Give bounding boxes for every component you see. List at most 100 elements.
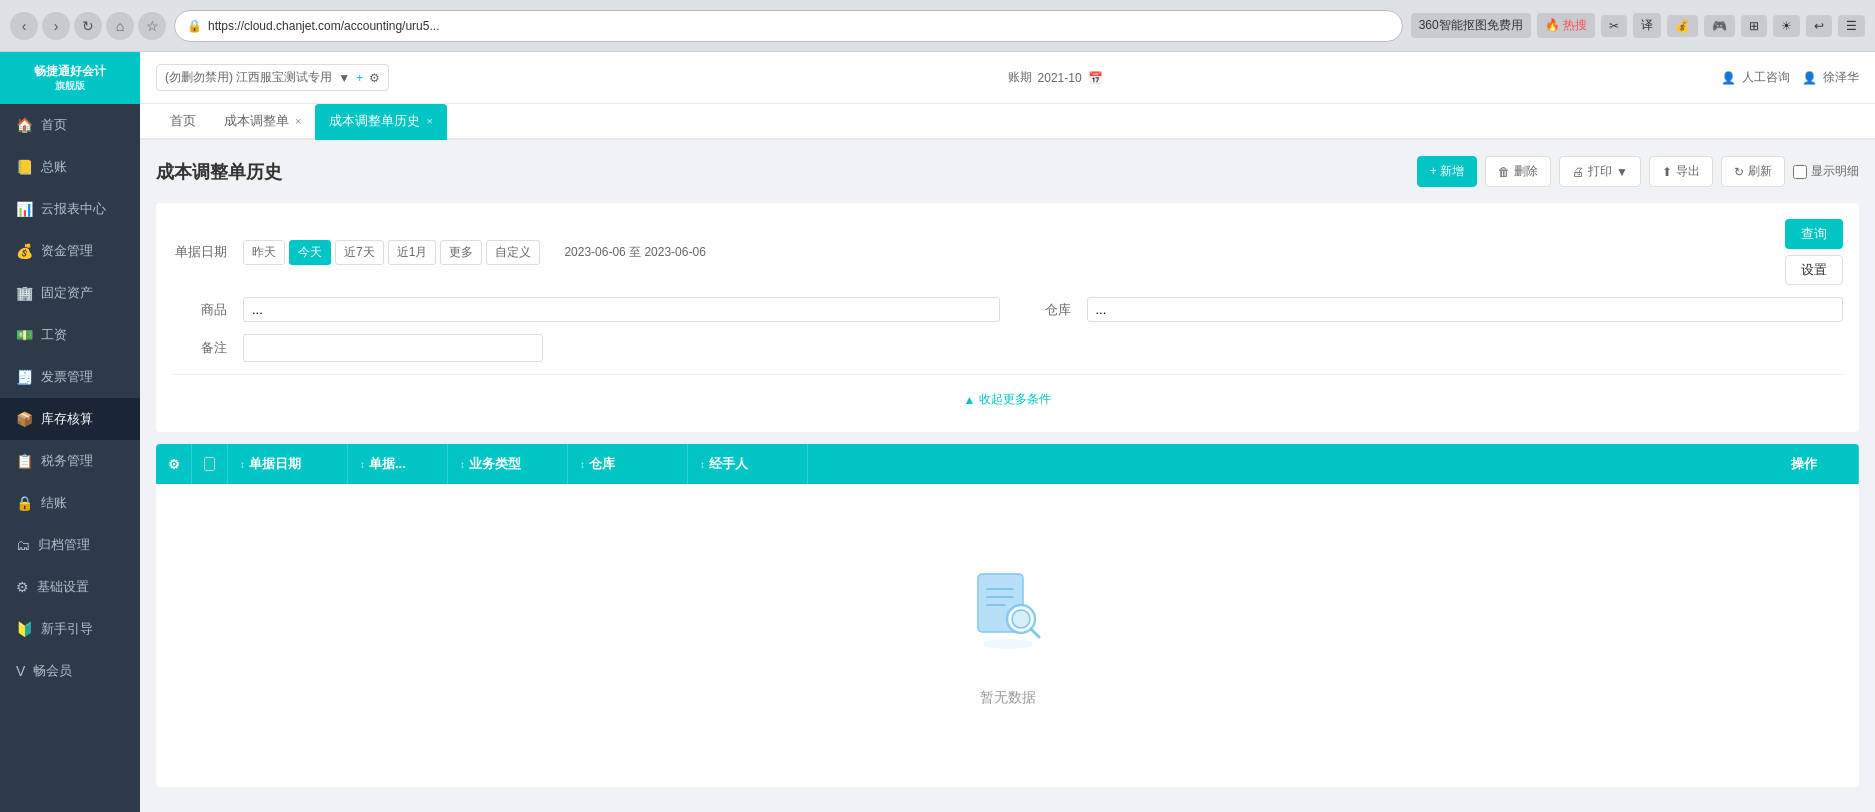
nav-icon-salary: 💵	[16, 327, 33, 343]
scissors-tool[interactable]: ✂	[1601, 15, 1627, 37]
browser-nav-buttons: ‹ › ↻ ⌂ ☆	[10, 12, 166, 40]
menu-tool[interactable]: ☰	[1838, 15, 1865, 37]
top-bar: (勿删勿禁用) 江西服宝测试专用 ▼ + ⚙ 账期 2021-10 📅 👤 人工…	[140, 52, 1875, 104]
query-button[interactable]: 查询	[1785, 219, 1843, 249]
tab-cost-adjust-close[interactable]: ×	[295, 115, 301, 127]
sidebar-item-assets[interactable]: 🏢 固定资产	[0, 272, 140, 314]
grid-tool[interactable]: ⊞	[1741, 15, 1767, 37]
tab-cost-adjust[interactable]: 成本调整单 ×	[210, 104, 315, 140]
consultant-btn[interactable]: 👤 人工咨询	[1721, 69, 1790, 86]
hot-search-btn[interactable]: 🔥 热搜	[1537, 13, 1595, 38]
nav-icon-guide: 🔰	[16, 621, 33, 637]
date-btn-more[interactable]: 更多	[440, 240, 482, 265]
bookmark-button[interactable]: ☆	[138, 12, 166, 40]
nav-label-home: 首页	[41, 116, 67, 134]
date-btn-1month[interactable]: 近1月	[388, 240, 437, 265]
th-warehouse[interactable]: ↕ 仓库	[568, 444, 688, 484]
table-header: ⚙ ↕ 单据日期 ↕ 单据... ↕ 业务类型	[156, 444, 1859, 484]
page-content: 成本调整单历史 + 新增 🗑 删除 🖨 打印 ▼ ⬆ 导出	[140, 140, 1875, 812]
undo-tool[interactable]: ↩	[1806, 15, 1832, 37]
sidebar-item-vip[interactable]: V畅会员	[0, 650, 140, 692]
user-avatar-icon: 👤	[1802, 71, 1817, 85]
new-button[interactable]: + 新增	[1417, 156, 1477, 187]
print-button[interactable]: 🖨 打印 ▼	[1559, 156, 1641, 187]
wallet-tool[interactable]: 💰	[1667, 15, 1698, 37]
remark-input[interactable]	[243, 334, 543, 362]
tab-home[interactable]: 首页	[156, 104, 210, 140]
nav-icon-inventory: 📦	[16, 411, 33, 427]
forward-button[interactable]: ›	[42, 12, 70, 40]
tab-cost-adjust-history[interactable]: 成本调整单历史 ×	[315, 104, 446, 140]
display-cols-checkbox[interactable]	[1793, 165, 1807, 179]
translate-tool[interactable]: 译	[1633, 13, 1661, 38]
sidebar-item-ledger[interactable]: 📒总账	[0, 146, 140, 188]
home-button[interactable]: ⌂	[106, 12, 134, 40]
tab-history-close[interactable]: ×	[426, 115, 432, 127]
collapse-label: 收起更多条件	[979, 391, 1051, 408]
nav-label-assets: 固定资产	[41, 284, 93, 302]
th-type[interactable]: ↕ 业务类型	[448, 444, 568, 484]
th-num[interactable]: ↕ 单据...	[348, 444, 448, 484]
address-bar[interactable]: 🔒 https://cloud.chanjet.com/accounting/u…	[174, 10, 1403, 42]
filter-row-date: 单据日期 昨天 今天 近7天 近1月 更多 自定义 2023-06-06 至 2…	[172, 219, 1843, 285]
search-tool[interactable]: 360智能抠图免费用	[1411, 13, 1531, 38]
user-profile[interactable]: 👤 徐泽华	[1802, 69, 1859, 86]
filter-row-goods: 商品 ... 仓库 ...	[172, 297, 1843, 322]
app-container: 畅捷通好会计 旗舰版 🏠首页📒总账📊云报表中心💰资金管理🏢固定资产💵工资🧾发票管…	[0, 52, 1875, 812]
nav-icon-assets: 🏢	[16, 285, 33, 301]
filter-settings-button[interactable]: 设置	[1785, 255, 1843, 285]
date-btn-7days[interactable]: 近7天	[335, 240, 384, 265]
nav-icon-finance: 💰	[16, 243, 33, 259]
sidebar-item-invoice[interactable]: 🧾发票管理	[0, 356, 140, 398]
sidebar-item-guide[interactable]: 🔰新手引导	[0, 608, 140, 650]
warehouse-selector[interactable]: ...	[1087, 297, 1844, 322]
delete-icon: 🗑	[1498, 165, 1510, 179]
main-sidebar: 畅捷通好会计 旗舰版 🏠首页📒总账📊云报表中心💰资金管理🏢固定资产💵工资🧾发票管…	[0, 52, 140, 812]
back-button[interactable]: ‹	[10, 12, 38, 40]
th-checkbox[interactable]	[192, 444, 228, 484]
sidebar-item-settings[interactable]: ⚙基础设置	[0, 566, 140, 608]
refresh-button[interactable]: ↻ 刷新	[1721, 156, 1785, 187]
goods-selector[interactable]: ...	[243, 297, 1000, 322]
collapse-btn[interactable]: ▲ 收起更多条件	[964, 383, 1052, 416]
page-actions: + 新增 🗑 删除 🖨 打印 ▼ ⬆ 导出 ↻	[1417, 156, 1859, 187]
sidebar-item-tax[interactable]: 📋税务管理	[0, 440, 140, 482]
refresh-button[interactable]: ↻	[74, 12, 102, 40]
svg-point-0	[983, 639, 1033, 649]
date-btn-custom[interactable]: 自定义	[486, 240, 540, 265]
th-settings[interactable]: ⚙	[156, 444, 192, 484]
empty-state: 暂无数据	[156, 484, 1859, 787]
tab-history-label: 成本调整单历史	[329, 112, 420, 130]
th-handler[interactable]: ↕ 经手人	[688, 444, 808, 484]
export-button[interactable]: ⬆ 导出	[1649, 156, 1713, 187]
date-btn-yesterday[interactable]: 昨天	[243, 240, 285, 265]
sidebar-item-home[interactable]: 🏠首页	[0, 104, 140, 146]
sidebar-item-reports[interactable]: 📊云报表中心	[0, 188, 140, 230]
page-header: 成本调整单历史 + 新增 🗑 删除 🖨 打印 ▼ ⬆ 导出	[156, 156, 1859, 187]
workspace-settings-icon[interactable]: ⚙	[369, 71, 380, 85]
th-date[interactable]: ↕ 单据日期	[228, 444, 348, 484]
goods-label: 商品	[172, 301, 227, 319]
collapse-icon: ▲	[964, 393, 976, 407]
calendar-icon[interactable]: 📅	[1088, 71, 1103, 85]
brightness-tool[interactable]: ☀	[1773, 15, 1800, 37]
game-tool[interactable]: 🎮	[1704, 15, 1735, 37]
nav-label-archive: 归档管理	[38, 536, 90, 554]
delete-button[interactable]: 🗑 删除	[1485, 156, 1551, 187]
header-checkbox[interactable]	[204, 457, 215, 471]
nav-icon-archive: 🗂	[16, 537, 30, 553]
logo-line1: 畅捷通好会计	[34, 64, 106, 80]
sidebar-item-inventory[interactable]: 📦库存核算	[0, 398, 140, 440]
workspace-selector[interactable]: (勿删勿禁用) 江西服宝测试专用 ▼ + ⚙	[156, 64, 389, 91]
display-cols-toggle[interactable]: 显示明细	[1793, 163, 1859, 180]
sort-up-icon: ↕	[240, 459, 245, 470]
sidebar-item-archive[interactable]: 🗂 归档管理	[0, 524, 140, 566]
nav-label-ledger: 总账	[41, 158, 67, 176]
sidebar-item-closing[interactable]: 🔒结账	[0, 482, 140, 524]
top-bar-actions: 👤 人工咨询 👤 徐泽华	[1721, 69, 1859, 86]
sidebar-item-finance[interactable]: 💰资金管理	[0, 230, 140, 272]
workspace-add-icon[interactable]: +	[356, 71, 363, 85]
date-btn-today[interactable]: 今天	[289, 240, 331, 265]
sidebar-item-salary[interactable]: 💵工资	[0, 314, 140, 356]
tab-cost-adjust-label: 成本调整单	[224, 112, 289, 130]
